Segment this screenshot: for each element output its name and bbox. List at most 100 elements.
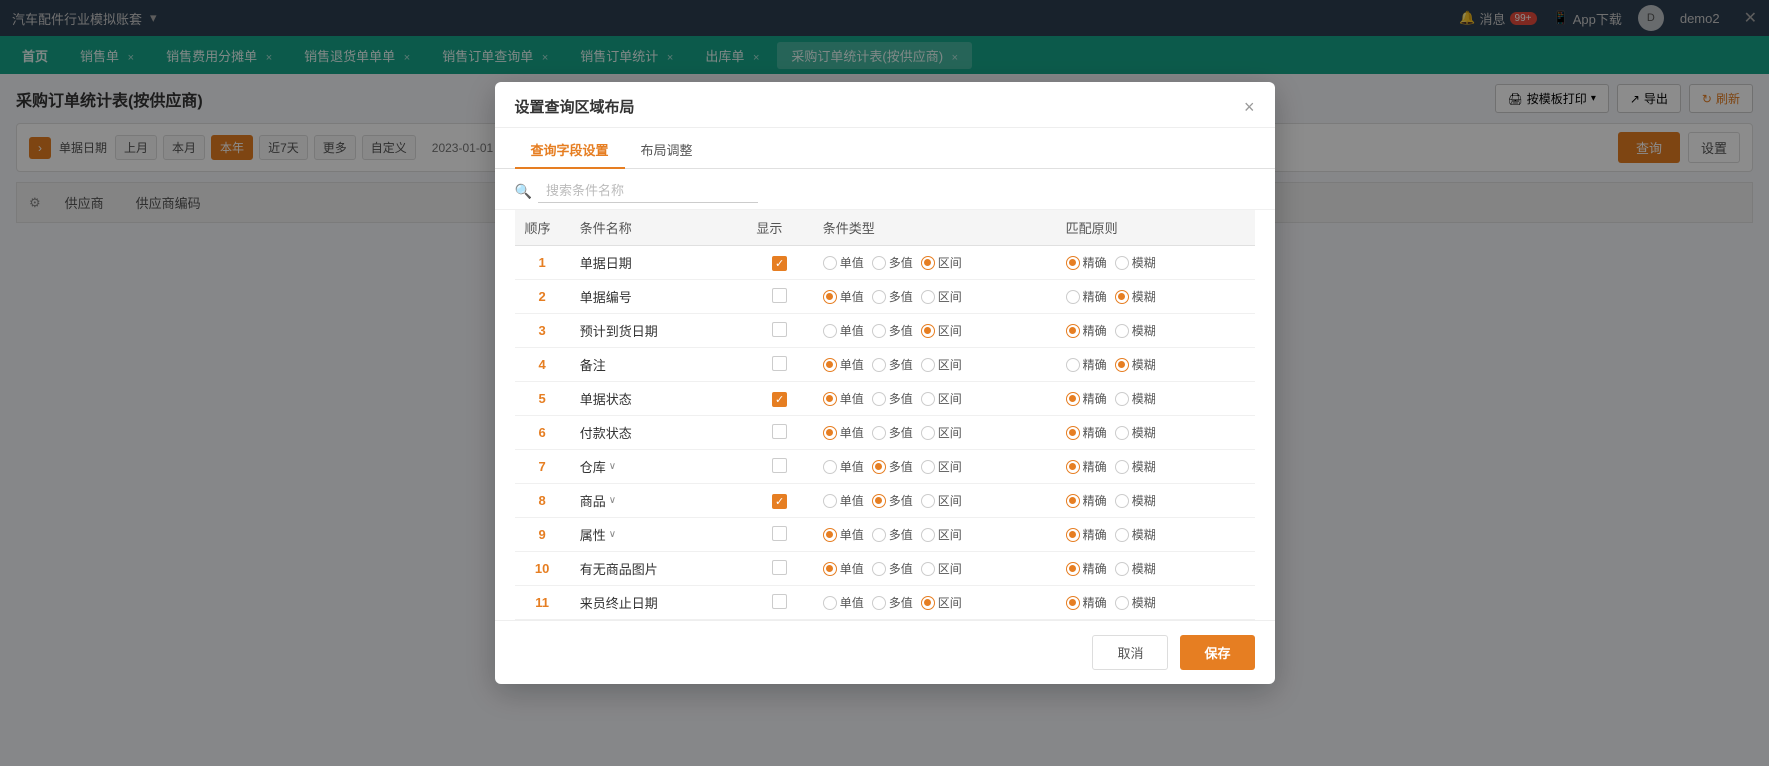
type-option-多值-0[interactable]: 多值 [872, 254, 913, 271]
type-option-单值-5[interactable]: 单值 [823, 424, 864, 441]
display-checkbox-7[interactable]: ✓ [772, 494, 787, 509]
radio-circle-7[interactable] [872, 494, 886, 508]
type-option-多值-1[interactable]: 多值 [872, 288, 913, 305]
match-radio-circle-1[interactable] [1115, 290, 1129, 304]
type-option-区间-10[interactable]: 区间 [921, 594, 962, 611]
display-checkbox-2[interactable] [772, 322, 787, 337]
type-option-区间-1[interactable]: 区间 [921, 288, 962, 305]
type-option-单值-9[interactable]: 单值 [823, 560, 864, 577]
radio-circle-2[interactable] [823, 324, 837, 338]
modal-close-button[interactable]: × [1244, 98, 1255, 116]
match-option-精确-5[interactable]: 精确 [1066, 424, 1107, 441]
type-option-多值-8[interactable]: 多值 [872, 526, 913, 543]
radio-circle-3[interactable] [823, 358, 837, 372]
type-option-多值-6[interactable]: 多值 [872, 458, 913, 475]
match-radio-circle-5[interactable] [1066, 426, 1080, 440]
match-option-精确-9[interactable]: 精确 [1066, 560, 1107, 577]
match-radio-circle-3[interactable] [1115, 358, 1129, 372]
display-checkbox-0[interactable]: ✓ [772, 256, 787, 271]
radio-circle-6[interactable] [823, 460, 837, 474]
type-option-区间-6[interactable]: 区间 [921, 458, 962, 475]
radio-circle-0[interactable] [872, 256, 886, 270]
type-option-多值-2[interactable]: 多值 [872, 322, 913, 339]
match-option-模糊-8[interactable]: 模糊 [1115, 526, 1156, 543]
type-option-多值-9[interactable]: 多值 [872, 560, 913, 577]
field-dropdown-icon-7[interactable]: ∨ [609, 495, 616, 506]
radio-circle-8[interactable] [872, 528, 886, 542]
type-option-单值-8[interactable]: 单值 [823, 526, 864, 543]
radio-circle-4[interactable] [823, 392, 837, 406]
radio-circle-10[interactable] [872, 596, 886, 610]
type-option-单值-3[interactable]: 单值 [823, 356, 864, 373]
type-option-多值-4[interactable]: 多值 [872, 390, 913, 407]
radio-circle-0[interactable] [921, 256, 935, 270]
match-radio-circle-2[interactable] [1066, 324, 1080, 338]
match-radio-circle-4[interactable] [1066, 392, 1080, 406]
cancel-button[interactable]: 取消 [1092, 635, 1168, 670]
type-option-区间-5[interactable]: 区间 [921, 424, 962, 441]
radio-circle-1[interactable] [872, 290, 886, 304]
display-checkbox-1[interactable] [772, 288, 787, 303]
type-option-单值-10[interactable]: 单值 [823, 594, 864, 611]
display-checkbox-3[interactable] [772, 356, 787, 371]
radio-circle-6[interactable] [872, 460, 886, 474]
match-radio-circle-9[interactable] [1115, 562, 1129, 576]
match-option-模糊-2[interactable]: 模糊 [1115, 322, 1156, 339]
match-option-模糊-7[interactable]: 模糊 [1115, 492, 1156, 509]
modal-tab-layout[interactable]: 布局调整 [625, 132, 709, 169]
field-dropdown-icon-8[interactable]: ∨ [609, 529, 616, 540]
type-option-单值-2[interactable]: 单值 [823, 322, 864, 339]
match-radio-circle-2[interactable] [1115, 324, 1129, 338]
radio-circle-2[interactable] [872, 324, 886, 338]
match-radio-circle-1[interactable] [1066, 290, 1080, 304]
radio-circle-1[interactable] [921, 290, 935, 304]
match-option-精确-1[interactable]: 精确 [1066, 288, 1107, 305]
modal-search-input[interactable] [538, 179, 758, 203]
radio-circle-4[interactable] [872, 392, 886, 406]
radio-circle-7[interactable] [823, 494, 837, 508]
match-option-模糊-6[interactable]: 模糊 [1115, 458, 1156, 475]
type-option-区间-8[interactable]: 区间 [921, 526, 962, 543]
type-option-单值-1[interactable]: 单值 [823, 288, 864, 305]
type-option-多值-7[interactable]: 多值 [872, 492, 913, 509]
display-checkbox-8[interactable] [772, 526, 787, 541]
match-option-模糊-5[interactable]: 模糊 [1115, 424, 1156, 441]
type-option-单值-0[interactable]: 单值 [823, 254, 864, 271]
type-option-区间-2[interactable]: 区间 [921, 322, 962, 339]
radio-circle-8[interactable] [823, 528, 837, 542]
match-option-精确-7[interactable]: 精确 [1066, 492, 1107, 509]
match-radio-circle-8[interactable] [1115, 528, 1129, 542]
display-checkbox-9[interactable] [772, 560, 787, 575]
radio-circle-10[interactable] [823, 596, 837, 610]
radio-circle-5[interactable] [823, 426, 837, 440]
radio-circle-0[interactable] [823, 256, 837, 270]
display-checkbox-10[interactable] [772, 594, 787, 609]
match-option-模糊-3[interactable]: 模糊 [1115, 356, 1156, 373]
radio-circle-9[interactable] [872, 562, 886, 576]
modal-tab-query-fields[interactable]: 查询字段设置 [515, 132, 625, 169]
match-radio-circle-8[interactable] [1066, 528, 1080, 542]
radio-circle-5[interactable] [921, 426, 935, 440]
radio-circle-3[interactable] [872, 358, 886, 372]
match-radio-circle-5[interactable] [1115, 426, 1129, 440]
type-option-多值-5[interactable]: 多值 [872, 424, 913, 441]
radio-circle-9[interactable] [921, 562, 935, 576]
type-option-区间-7[interactable]: 区间 [921, 492, 962, 509]
match-option-模糊-1[interactable]: 模糊 [1115, 288, 1156, 305]
type-option-区间-3[interactable]: 区间 [921, 356, 962, 373]
match-radio-circle-9[interactable] [1066, 562, 1080, 576]
match-option-精确-0[interactable]: 精确 [1066, 254, 1107, 271]
type-option-区间-0[interactable]: 区间 [921, 254, 962, 271]
match-option-精确-4[interactable]: 精确 [1066, 390, 1107, 407]
match-radio-circle-3[interactable] [1066, 358, 1080, 372]
match-option-模糊-0[interactable]: 模糊 [1115, 254, 1156, 271]
match-radio-circle-0[interactable] [1066, 256, 1080, 270]
radio-circle-1[interactable] [823, 290, 837, 304]
radio-circle-6[interactable] [921, 460, 935, 474]
radio-circle-7[interactable] [921, 494, 935, 508]
match-option-精确-8[interactable]: 精确 [1066, 526, 1107, 543]
display-checkbox-6[interactable] [772, 458, 787, 473]
radio-circle-5[interactable] [872, 426, 886, 440]
radio-circle-4[interactable] [921, 392, 935, 406]
type-option-单值-6[interactable]: 单值 [823, 458, 864, 475]
